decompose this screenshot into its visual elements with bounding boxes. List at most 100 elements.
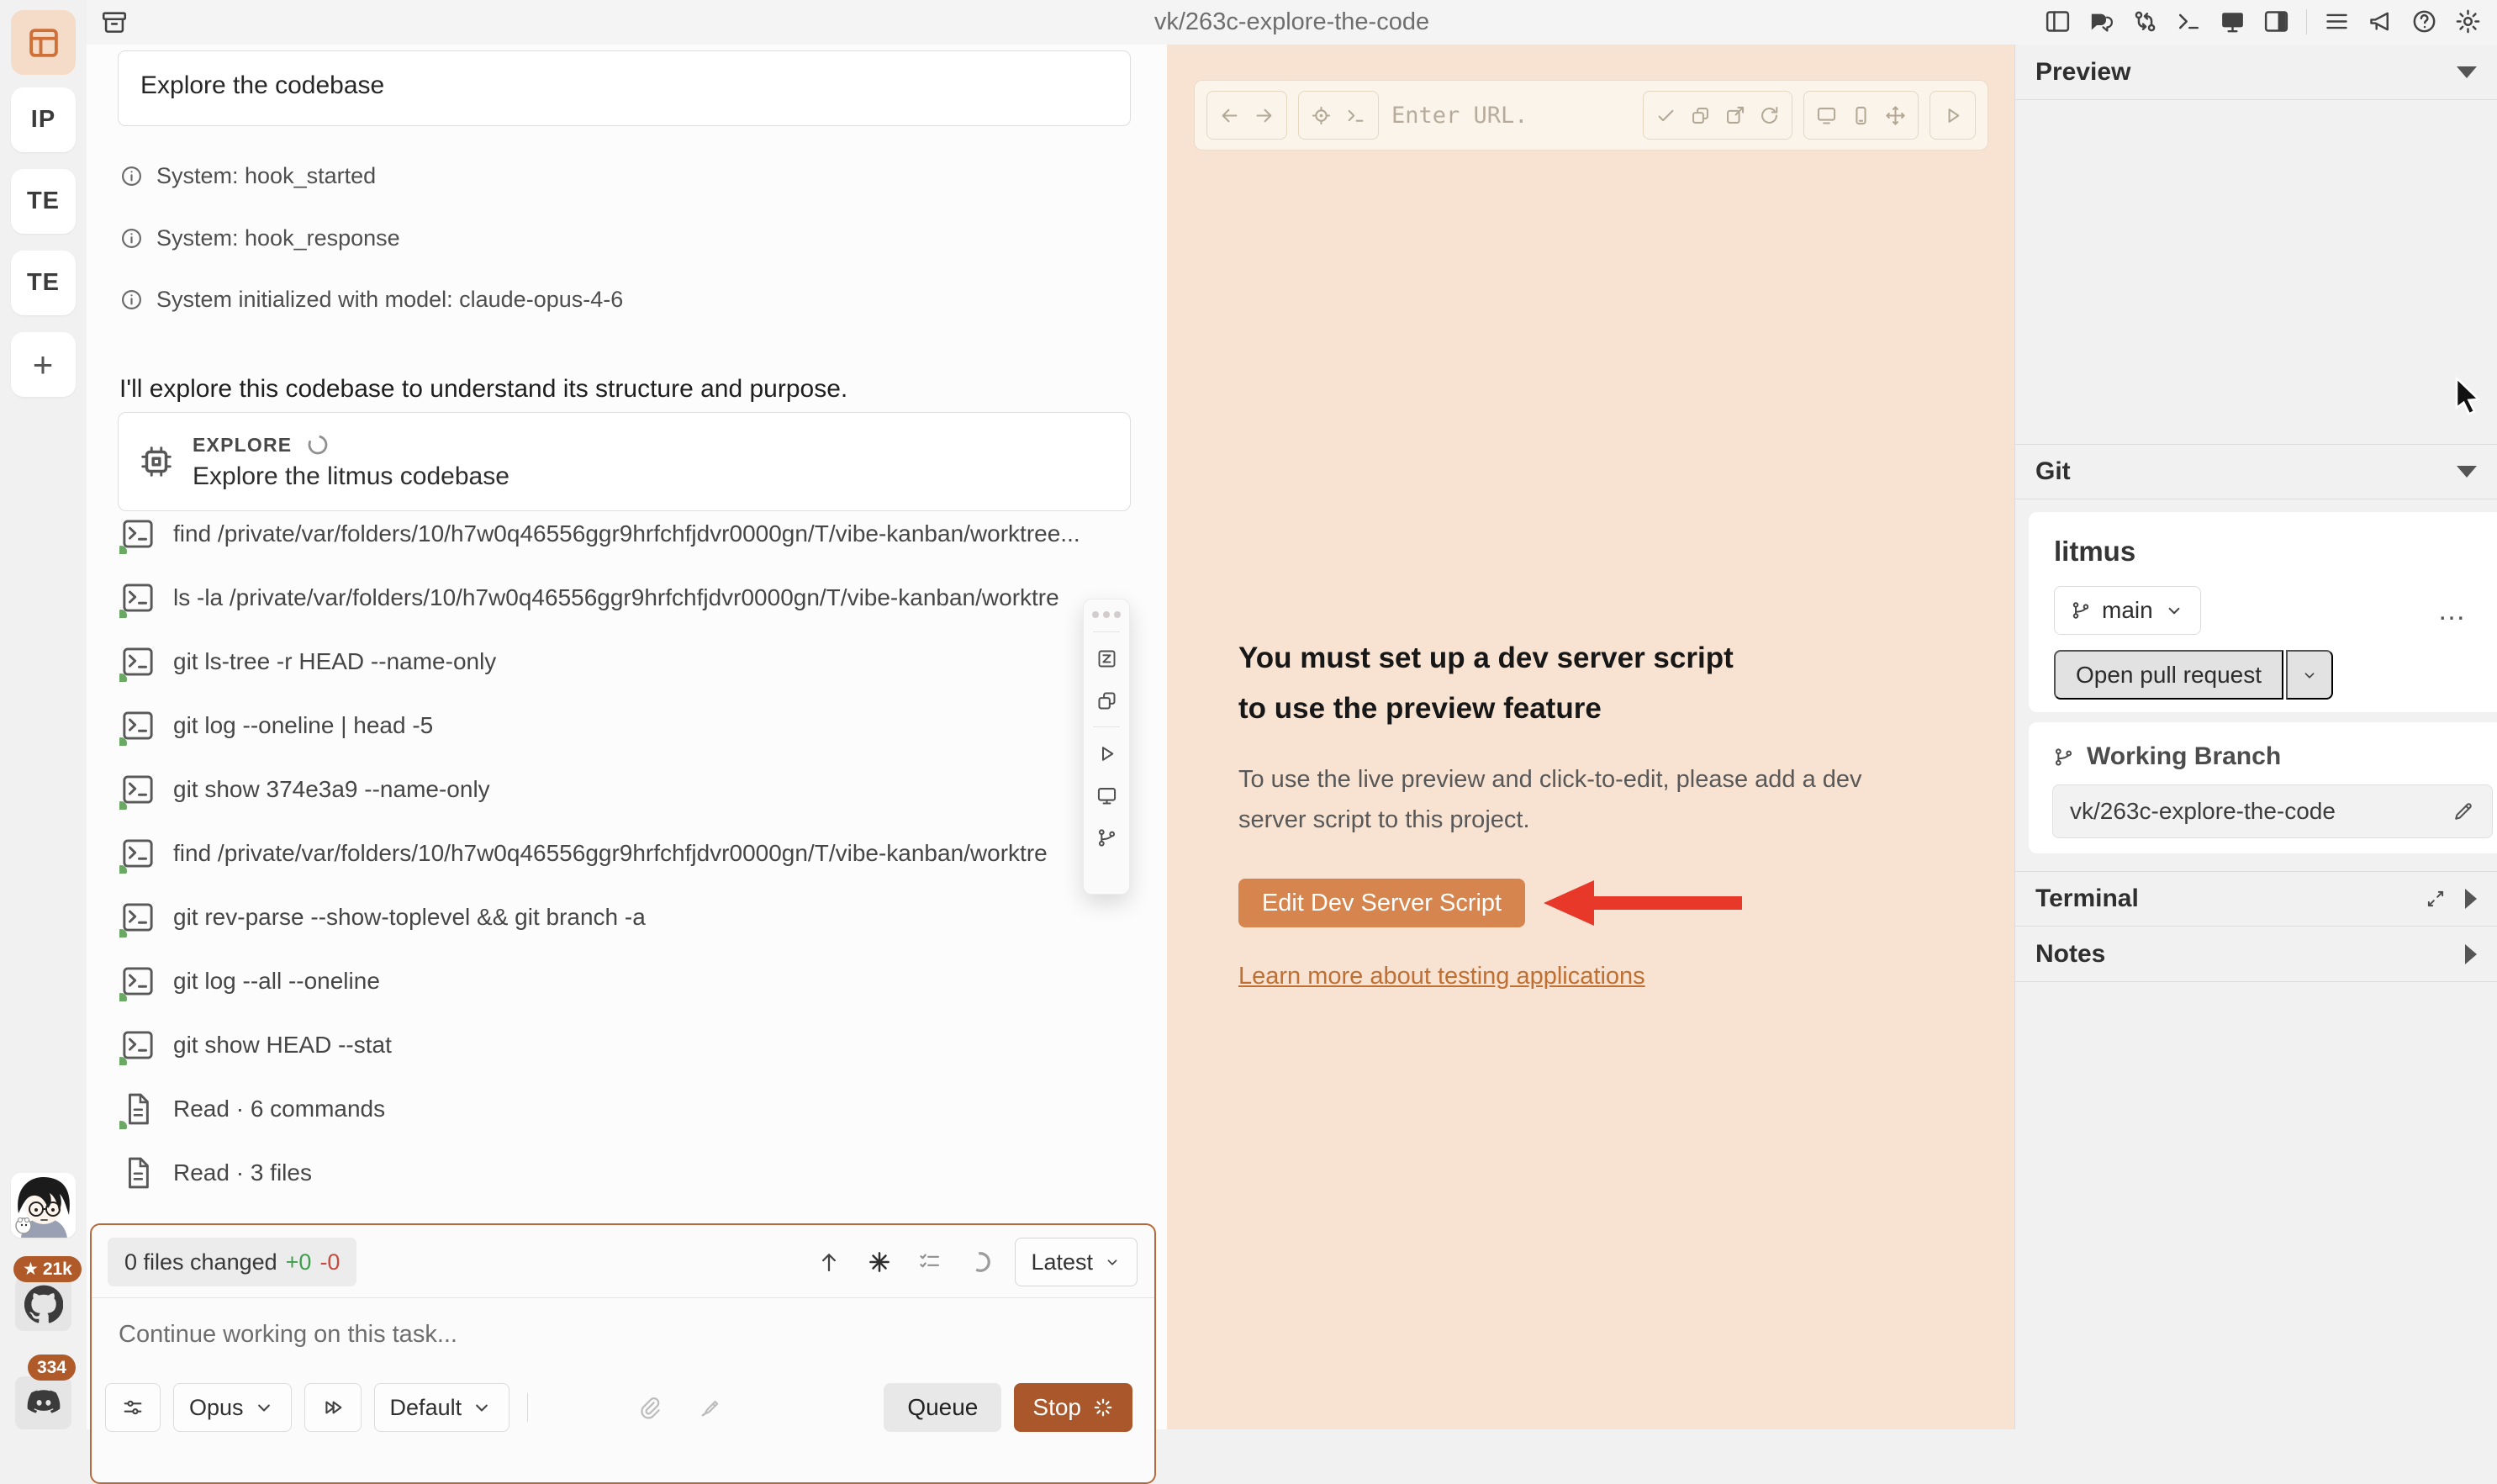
empty-state-body: To use the live preview and click-to-edi… [1238,759,1961,840]
top-bar: vk/263c-explore-the-code [87,0,2497,45]
move-icon[interactable] [1884,104,1907,127]
check-icon[interactable] [1655,104,1677,127]
command-item[interactable]: git show HEAD --stat [119,1025,1131,1065]
git-section-header[interactable]: Git [2015,444,2497,499]
monitor-icon[interactable] [2219,8,2246,35]
terminal-icon [119,1027,156,1064]
expand-section-icon[interactable] [2465,944,2477,964]
desktop-icon[interactable] [1815,104,1838,127]
refresh-icon[interactable] [1758,104,1781,127]
task-title-card[interactable]: Explore the codebase [118,50,1131,126]
expand-icon[interactable] [2425,888,2447,910]
terminal-icon[interactable] [1344,104,1367,127]
explore-task-card[interactable]: EXPLORE Explore the litmus codebase [118,412,1131,511]
run-button[interactable] [1088,732,1125,774]
play-icon [1095,742,1118,765]
back-icon[interactable] [1218,104,1241,127]
preview-button[interactable] [1088,774,1125,816]
learn-more-link[interactable]: Learn more about testing applications [1238,963,1645,990]
working-branch-field[interactable]: vk/263c-explore-the-code [2052,784,2493,838]
signature-button[interactable] [698,1395,723,1420]
terminal-icon[interactable] [2175,8,2203,35]
scroll-to-top-icon[interactable] [816,1249,842,1275]
fast-forward-button[interactable] [304,1383,362,1432]
rail-tab-te[interactable]: TE [11,169,76,234]
command-item[interactable]: git show 374e3a9 --name-only [119,769,1131,810]
command-item[interactable]: git rev-parse --show-toplevel && git bra… [119,897,1131,937]
burst-icon[interactable] [867,1249,892,1275]
git-button[interactable] [1088,816,1125,858]
megaphone-icon[interactable] [2367,8,2394,35]
collapse-icon [2457,466,2477,478]
diff-summary-pill[interactable]: 0 files changed +0 -0 [108,1238,356,1286]
avatar[interactable] [11,1173,76,1238]
queue-button[interactable]: Queue [884,1383,1001,1432]
repo-name: litmus [2054,536,2497,568]
notes-section-header[interactable]: Notes [2015,927,2497,982]
collapse-icon [2457,66,2477,78]
terminal-section-header[interactable]: Terminal [2015,871,2497,927]
open-pr-options-button[interactable] [2286,650,2333,700]
empty-state-title: You must set up a dev server script to u… [1238,633,1961,734]
github-stars-badge: ★21k [13,1256,82,1282]
copy-button[interactable] [1088,679,1125,721]
external-link-icon[interactable] [1724,104,1746,127]
base-branch-dropdown[interactable]: main [2054,586,2201,635]
copy-icon[interactable] [1689,104,1712,127]
command-item[interactable]: git ls-tree -r HEAD --name-only [119,642,1131,682]
floating-toolbar[interactable] [1083,599,1130,895]
discord-link[interactable] [15,1376,71,1429]
command-item[interactable]: ls -la /private/var/folders/10/h7w0q4655… [119,578,1131,618]
toolbar-divider [2306,9,2307,34]
open-pr-button[interactable]: Open pull request [2054,650,2283,700]
red-arrow-annotation [1542,879,1744,927]
layout-icon [26,25,61,61]
edit-icon[interactable] [2452,800,2475,823]
stop-button[interactable]: Stop [1014,1383,1132,1432]
command-item[interactable]: find /private/var/folders/10/h7w0q46556g… [119,833,1131,874]
command-item[interactable]: find /private/var/folders/10/h7w0q46556g… [119,514,1131,554]
version-dropdown[interactable]: Latest [1015,1238,1138,1286]
git-compare-icon[interactable] [2131,8,2159,35]
url-input[interactable] [1390,102,1632,129]
read-item[interactable]: Read · 6 commands [119,1089,1131,1129]
workspace-switcher[interactable] [11,10,76,75]
composer-controls: Opus Default Queue Stop [105,1383,1132,1432]
github-link[interactable] [15,1277,71,1331]
locate-icon[interactable] [1310,104,1333,127]
help-icon[interactable] [2410,8,2438,35]
git-repo-card: litmus main … Open pull request [2029,512,2497,712]
command-item[interactable]: git log --all --oneline [119,961,1131,1001]
model-dropdown[interactable]: Opus [173,1383,292,1432]
rail-tab-te[interactable]: TE [11,251,76,315]
attach-button[interactable] [636,1395,662,1420]
forward-icon[interactable] [1253,104,1275,127]
mobile-icon[interactable] [1850,104,1872,127]
item-text: Read · 6 commands [173,1096,385,1122]
settings-icon[interactable] [2454,8,2482,35]
panel-left-icon[interactable] [2044,8,2072,35]
info-icon [119,288,144,312]
drag-handle-icon[interactable] [1092,611,1121,618]
read-item[interactable]: Read · 3 files [119,1153,1131,1193]
preview-section-header[interactable]: Preview [2015,45,2497,100]
checklist-icon[interactable] [917,1249,942,1275]
open-in-zed-button[interactable] [1088,637,1125,679]
command-item[interactable]: git log --oneline | head -5 [119,705,1131,746]
chat-icon[interactable] [2088,8,2115,35]
message-input[interactable] [117,1319,1087,1373]
menu-icon[interactable] [2323,8,2351,35]
settings-button[interactable] [105,1383,161,1432]
expand-section-icon[interactable] [2465,889,2477,909]
item-text: git show HEAD --stat [173,1032,392,1059]
more-button[interactable]: … [2437,594,2468,627]
rail-tab-ip[interactable]: IP [11,87,76,152]
rail-tab-new[interactable]: + [11,332,76,397]
play-icon[interactable] [1941,104,1964,127]
panel-right-icon[interactable] [2262,8,2290,35]
edit-dev-server-script-button[interactable]: Edit Dev Server Script [1238,879,1525,927]
item-text: git log --all --oneline [173,968,380,995]
terminal-icon [119,771,156,808]
profile-dropdown[interactable]: Default [374,1383,510,1432]
preview-empty-state: You must set up a dev server script to u… [1238,633,1961,990]
